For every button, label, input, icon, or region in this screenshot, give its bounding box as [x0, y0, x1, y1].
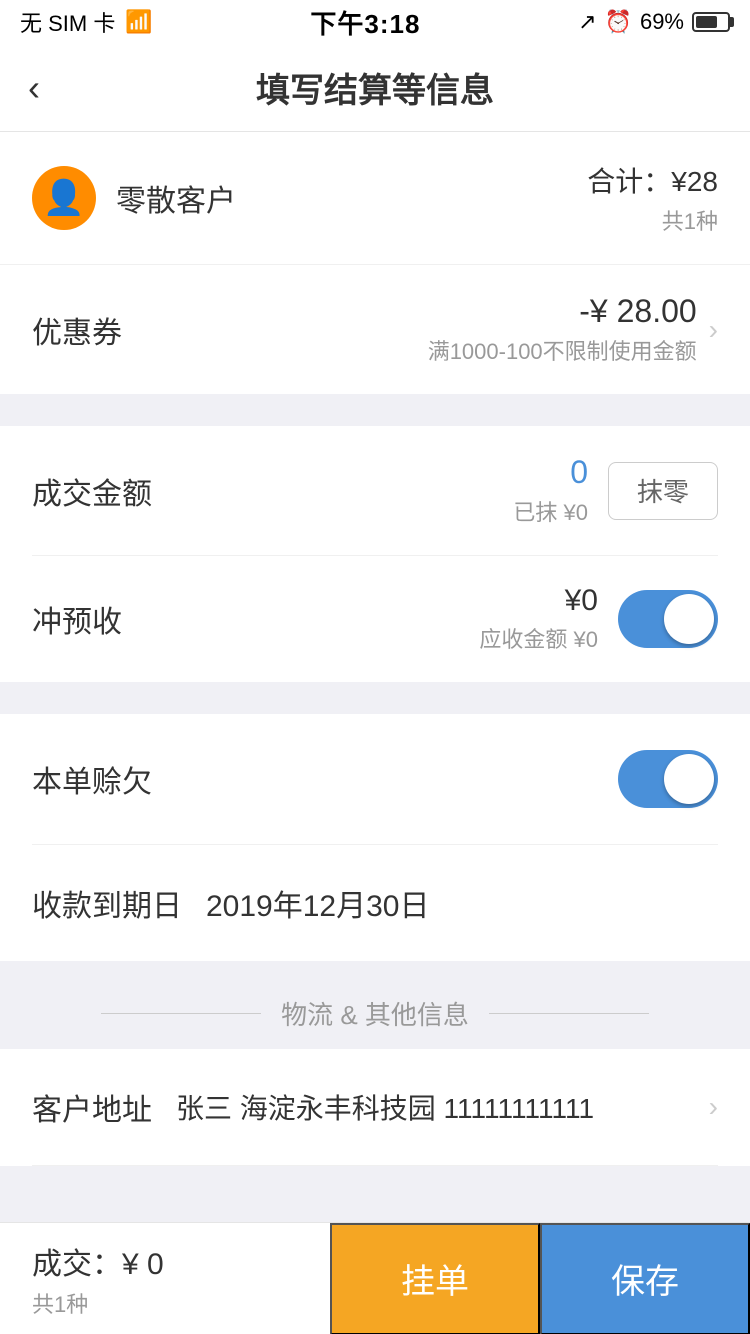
precollect-amount: ¥0: [479, 584, 598, 618]
bottom-summary: 成交：¥ 0 共1种: [0, 1239, 330, 1319]
address-section: 客户地址 张三 海淀永丰科技园 11111111111 ›: [0, 1049, 750, 1166]
chevron-right-icon: ›: [709, 314, 718, 346]
address-label: 客户地址: [32, 1085, 152, 1129]
logistics-divider: 物流 & 其他信息: [0, 977, 750, 1049]
address-value: 张三 海淀永丰科技园 11111111111: [176, 1087, 685, 1127]
transaction-amount-row: 成交金额 0 已抹 ¥0 抹零: [32, 426, 718, 556]
debit-date-value: 2019年12月30日: [206, 881, 429, 925]
logistics-text: 物流 & 其他信息: [281, 995, 469, 1032]
coupon-row[interactable]: 优惠券 -¥ 28.00 满1000-100不限制使用金额 ›: [0, 264, 750, 394]
address-row[interactable]: 客户地址 张三 海淀永丰科技园 11111111111 ›: [32, 1049, 718, 1166]
bottom-deal-text: 成交：¥ 0: [32, 1239, 330, 1283]
total-count: 共1种: [587, 204, 718, 236]
debit-section: 本单赊欠 收款到期日 2019年12月30日: [0, 714, 750, 961]
deal-amount: ¥ 0: [122, 1248, 164, 1281]
alarm-icon: ⏰: [605, 9, 632, 35]
pending-button[interactable]: 挂单: [330, 1223, 540, 1334]
wifi-icon: 📶: [125, 9, 152, 35]
section-divider-1: [0, 410, 750, 426]
transaction-amount-label: 成交金额: [32, 469, 152, 513]
customer-name: 零散客户: [116, 176, 236, 220]
customer-row: 👤 零散客户 合计：¥28 共1种: [0, 132, 750, 264]
debit-row: 本单赊欠: [32, 714, 718, 845]
section-divider-2: [0, 682, 750, 698]
status-right: ↗ ⏰ 69%: [578, 9, 730, 35]
precollect-value-block: ¥0 应收金额 ¥0: [479, 584, 598, 654]
coupon-discount: -¥ 28.00: [428, 293, 697, 330]
deal-label: 成交：: [32, 1248, 122, 1281]
customer-section: 👤 零散客户 合计：¥28 共1种 优惠券 -¥ 28.00 满1000-100…: [0, 132, 750, 394]
precollect-toggle[interactable]: [618, 590, 718, 648]
debit-label: 本单赊欠: [32, 757, 152, 801]
battery-percent: 69%: [640, 9, 684, 35]
bottom-count: 共1种: [32, 1287, 330, 1319]
bottom-bar: 成交：¥ 0 共1种 挂单 保存: [0, 1222, 750, 1334]
avatar-icon: 👤: [43, 178, 85, 218]
back-button[interactable]: ‹: [28, 67, 40, 109]
no-sim-text: 无 SIM 卡: [20, 6, 115, 38]
coupon-value-block: -¥ 28.00 满1000-100不限制使用金额: [428, 293, 697, 366]
precollect-right: ¥0 应收金额 ¥0: [479, 584, 718, 654]
avatar: 👤: [32, 166, 96, 230]
divider-line-left: [101, 1013, 261, 1014]
precollect-row: 冲预收 ¥0 应收金额 ¥0: [32, 556, 718, 682]
precollect-label: 冲预收: [32, 597, 122, 641]
nav-bar: ‹ 填写结算等信息: [0, 44, 750, 132]
debit-date-label: 收款到期日: [32, 881, 182, 925]
status-bar: 无 SIM 卡 📶 下午3:18 ↗ ⏰ 69%: [0, 0, 750, 44]
location-icon: ↗: [578, 9, 596, 35]
toggle-thumb: [664, 594, 714, 644]
transaction-amount-sub: 已抹 ¥0: [513, 495, 588, 527]
battery-icon: [692, 12, 730, 32]
total-amount: 合计：¥28: [587, 160, 718, 200]
amount-section: 成交金额 0 已抹 ¥0 抹零 冲预收 ¥0 应收金额 ¥0: [0, 426, 750, 682]
transaction-amount-value: 0: [513, 454, 588, 491]
round-button[interactable]: 抹零: [608, 462, 718, 520]
customer-left: 👤 零散客户: [32, 166, 236, 230]
debit-toggle-thumb: [664, 754, 714, 804]
customer-right: 合计：¥28 共1种: [587, 160, 718, 236]
status-left: 无 SIM 卡 📶: [20, 6, 153, 38]
amount-right: 0 已抹 ¥0 抹零: [513, 454, 718, 527]
precollect-sub: 应收金额 ¥0: [479, 622, 598, 654]
save-button[interactable]: 保存: [540, 1223, 750, 1334]
status-time: 下午3:18: [310, 4, 420, 41]
coupon-label: 优惠券: [32, 308, 122, 352]
divider-line-right: [489, 1013, 649, 1014]
coupon-description: 满1000-100不限制使用金额: [428, 334, 697, 366]
address-chevron-icon: ›: [709, 1091, 718, 1123]
content: 👤 零散客户 合计：¥28 共1种 优惠券 -¥ 28.00 满1000-100…: [0, 132, 750, 1302]
page-title: 填写结算等信息: [256, 63, 494, 112]
debit-date-row: 收款到期日 2019年12月30日: [32, 845, 718, 961]
amount-value-block: 0 已抹 ¥0: [513, 454, 588, 527]
coupon-right: -¥ 28.00 满1000-100不限制使用金额 ›: [428, 293, 718, 366]
debit-toggle[interactable]: [618, 750, 718, 808]
